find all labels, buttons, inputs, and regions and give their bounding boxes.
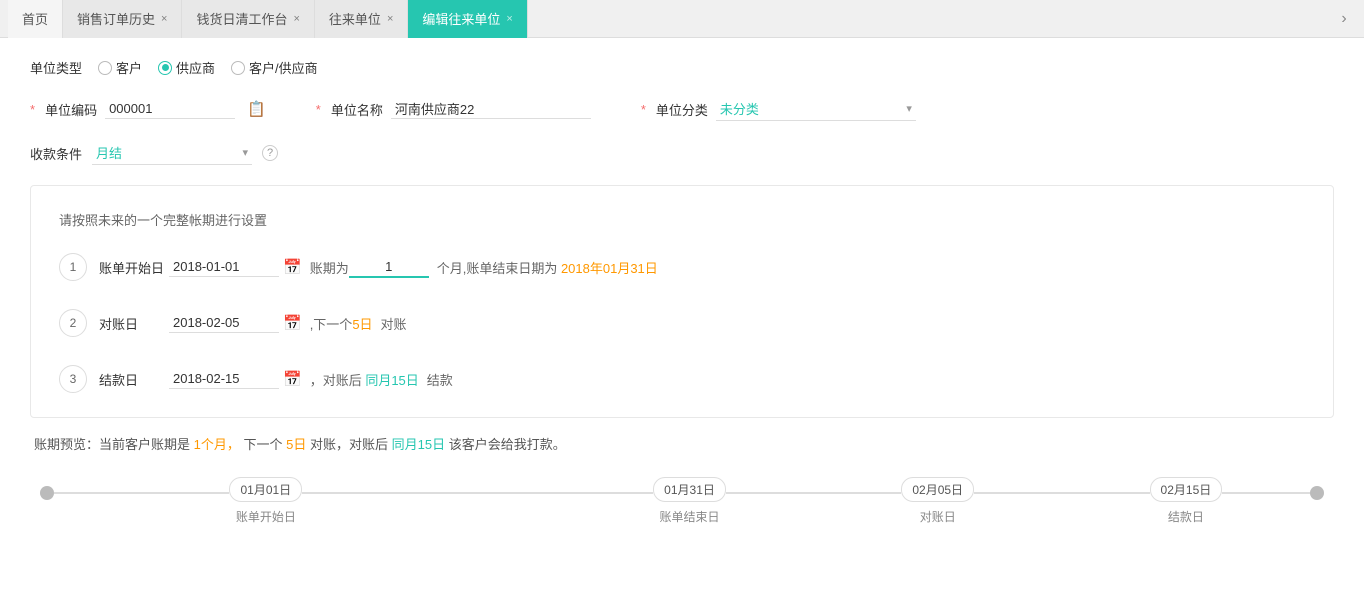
setting-desc-1-prefix: 账期为: [310, 258, 349, 277]
help-icon[interactable]: ?: [262, 145, 278, 161]
close-counterparty[interactable]: ×: [387, 13, 393, 25]
preview-mid1: 下一个: [244, 437, 283, 452]
preview-prefix: 账期预览：当前客户账期是: [34, 437, 190, 452]
main-content: 单位类型 客户 供应商 客户/供应商 * 单位编码: [0, 38, 1364, 608]
unit-code-group: * 单位编码 📋: [30, 99, 266, 119]
close-edit-counterparty[interactable]: ×: [506, 13, 512, 25]
unit-class-arrow: ▾: [906, 102, 912, 115]
radio-customer[interactable]: 客户: [98, 58, 142, 77]
reconcile-highlight: 5日: [352, 314, 372, 333]
unit-info-row: * 单位编码 📋 * 单位名称 * 单位分类 未分类 ▾: [30, 97, 1334, 121]
unit-code-label: 单位编码: [45, 100, 97, 119]
required-class: *: [641, 102, 646, 117]
row-number-3: 3: [59, 365, 87, 393]
unit-name-group: * 单位名称: [316, 99, 591, 119]
timeline-end-dot: [1310, 486, 1324, 500]
timeline-start-dot: [40, 486, 54, 500]
unit-type-label: 单位类型: [30, 58, 82, 77]
preview-highlight3: 同月15日: [392, 437, 445, 452]
radio-circle-both: [231, 61, 245, 75]
radio-both[interactable]: 客户/供应商: [231, 58, 318, 77]
payment-condition-value: 月结: [96, 143, 236, 162]
preview-highlight2: 5日: [286, 437, 306, 452]
start-date-input[interactable]: [169, 257, 279, 277]
radio-supplier[interactable]: 供应商: [158, 58, 215, 77]
radio-circle-supplier: [158, 61, 172, 75]
unit-class-label: 单位分类: [656, 100, 708, 119]
row-number-2: 2: [59, 309, 87, 337]
timeline-line-3: [726, 492, 901, 494]
info-box: 请按照未来的一个完整帐期进行设置 1 账单开始日 📅 账期为 个月,账单结束日期…: [30, 185, 1334, 418]
period-input[interactable]: [349, 257, 429, 278]
setting-label-2: 对账日: [99, 314, 169, 333]
setting-desc-2-suffix: 对账: [381, 314, 407, 333]
tab-expand-button[interactable]: ›: [1332, 0, 1356, 38]
payment-condition-arrow: ▾: [242, 146, 248, 159]
timeline-line-5: [1222, 492, 1310, 494]
timeline-badge-3: 02月05日: [901, 477, 974, 502]
tab-sales-order[interactable]: 销售订单历史 ×: [63, 0, 182, 38]
setting-row-1: 1 账单开始日 📅 账期为 个月,账单结束日期为 2018年01月31日: [59, 253, 1305, 281]
payment-date-input[interactable]: [169, 369, 279, 389]
row-number-1: 1: [59, 253, 87, 281]
tab-counterparty[interactable]: 往来单位 ×: [315, 0, 408, 38]
tab-edit-counterparty[interactable]: 编辑往来单位 ×: [408, 0, 527, 38]
required-code: *: [30, 102, 35, 117]
setting-label-1: 账单开始日: [99, 258, 169, 277]
unit-type-group: 单位类型 客户 供应商 客户/供应商: [30, 58, 318, 77]
unit-code-input[interactable]: [105, 99, 235, 119]
timeline-label-1: 账单开始日: [236, 508, 296, 525]
start-date-calendar-icon[interactable]: 📅: [283, 258, 302, 276]
tab-home[interactable]: 首页: [8, 0, 63, 38]
preview-highlight1: 1个月，: [194, 437, 240, 452]
reconcile-date-calendar-icon[interactable]: 📅: [283, 314, 302, 332]
setting-row-3: 3 结款日 📅 ，对账后 同月15日 结款: [59, 365, 1305, 393]
timeline-line-2: [302, 492, 653, 494]
required-name: *: [316, 102, 321, 117]
timeline-node-4: 02月15日 结款日: [1150, 477, 1223, 525]
tab-cash-work[interactable]: 钱货日清工作台 ×: [182, 0, 314, 38]
end-date-highlight: 2018年01月31日: [561, 258, 658, 277]
timeline-label-3: 对账日: [920, 508, 956, 525]
payment-condition-row: 收款条件 月结 ▾ ?: [30, 141, 1334, 165]
payment-highlight: 同月15日: [365, 370, 418, 389]
unit-class-value: 未分类: [720, 99, 900, 118]
preview-mid2: 对账，对账后: [310, 437, 388, 452]
reconcile-date-input[interactable]: [169, 313, 279, 333]
timeline-badge-4: 02月15日: [1150, 477, 1223, 502]
setting-desc-3-suffix: 结款: [427, 370, 453, 389]
timeline-badge-1: 01月01日: [229, 477, 302, 502]
unit-type-row: 单位类型 客户 供应商 客户/供应商: [30, 58, 1334, 77]
close-sales-order[interactable]: ×: [161, 13, 167, 25]
unit-code-copy-icon[interactable]: 📋: [247, 100, 266, 118]
timeline-label-2: 账单结束日: [660, 508, 720, 525]
timeline-node-1: 01月01日 账单开始日: [229, 477, 302, 525]
unit-name-input[interactable]: [391, 99, 591, 119]
timeline-line-4: [974, 492, 1149, 494]
radio-circle-customer: [98, 61, 112, 75]
setting-desc-1-suffix: 个月,账单结束日期为: [437, 258, 561, 277]
unit-name-label: 单位名称: [331, 100, 383, 119]
preview-suffix: 该客户会给我打款。: [449, 437, 566, 452]
tab-bar: 首页 销售订单历史 × 钱货日清工作台 × 往来单位 × 编辑往来单位 × ›: [0, 0, 1364, 38]
payment-condition-dropdown[interactable]: 月结 ▾: [92, 141, 252, 165]
timeline-node-2: 01月31日 账单结束日: [653, 477, 726, 525]
timeline: 01月01日 账单开始日 01月31日 账单结束日 02月05日 对账日 02月…: [30, 477, 1334, 525]
setting-row-2: 2 对账日 📅 ,下一个 5日 对账: [59, 309, 1305, 337]
setting-label-3: 结款日: [99, 370, 169, 389]
timeline-node-3: 02月05日 对账日: [901, 477, 974, 525]
preview-row: 账期预览：当前客户账期是 1个月， 下一个 5日 对账，对账后 同月15日 该客…: [30, 434, 1334, 453]
payment-date-calendar-icon[interactable]: 📅: [283, 370, 302, 388]
timeline-badge-2: 01月31日: [653, 477, 726, 502]
setting-desc-3-prefix: ，对账后: [310, 370, 366, 389]
payment-condition-label: 收款条件: [30, 144, 82, 163]
setting-desc-2-prefix: ,下一个: [310, 314, 353, 333]
timeline-line-1: [54, 492, 229, 494]
timeline-label-4: 结款日: [1168, 508, 1204, 525]
info-box-title: 请按照未来的一个完整帐期进行设置: [59, 210, 1305, 229]
close-cash-work[interactable]: ×: [293, 13, 299, 25]
unit-class-dropdown[interactable]: 未分类 ▾: [716, 97, 916, 121]
unit-class-group: * 单位分类 未分类 ▾: [641, 97, 916, 121]
unit-type-radio-group: 客户 供应商 客户/供应商: [98, 58, 318, 77]
